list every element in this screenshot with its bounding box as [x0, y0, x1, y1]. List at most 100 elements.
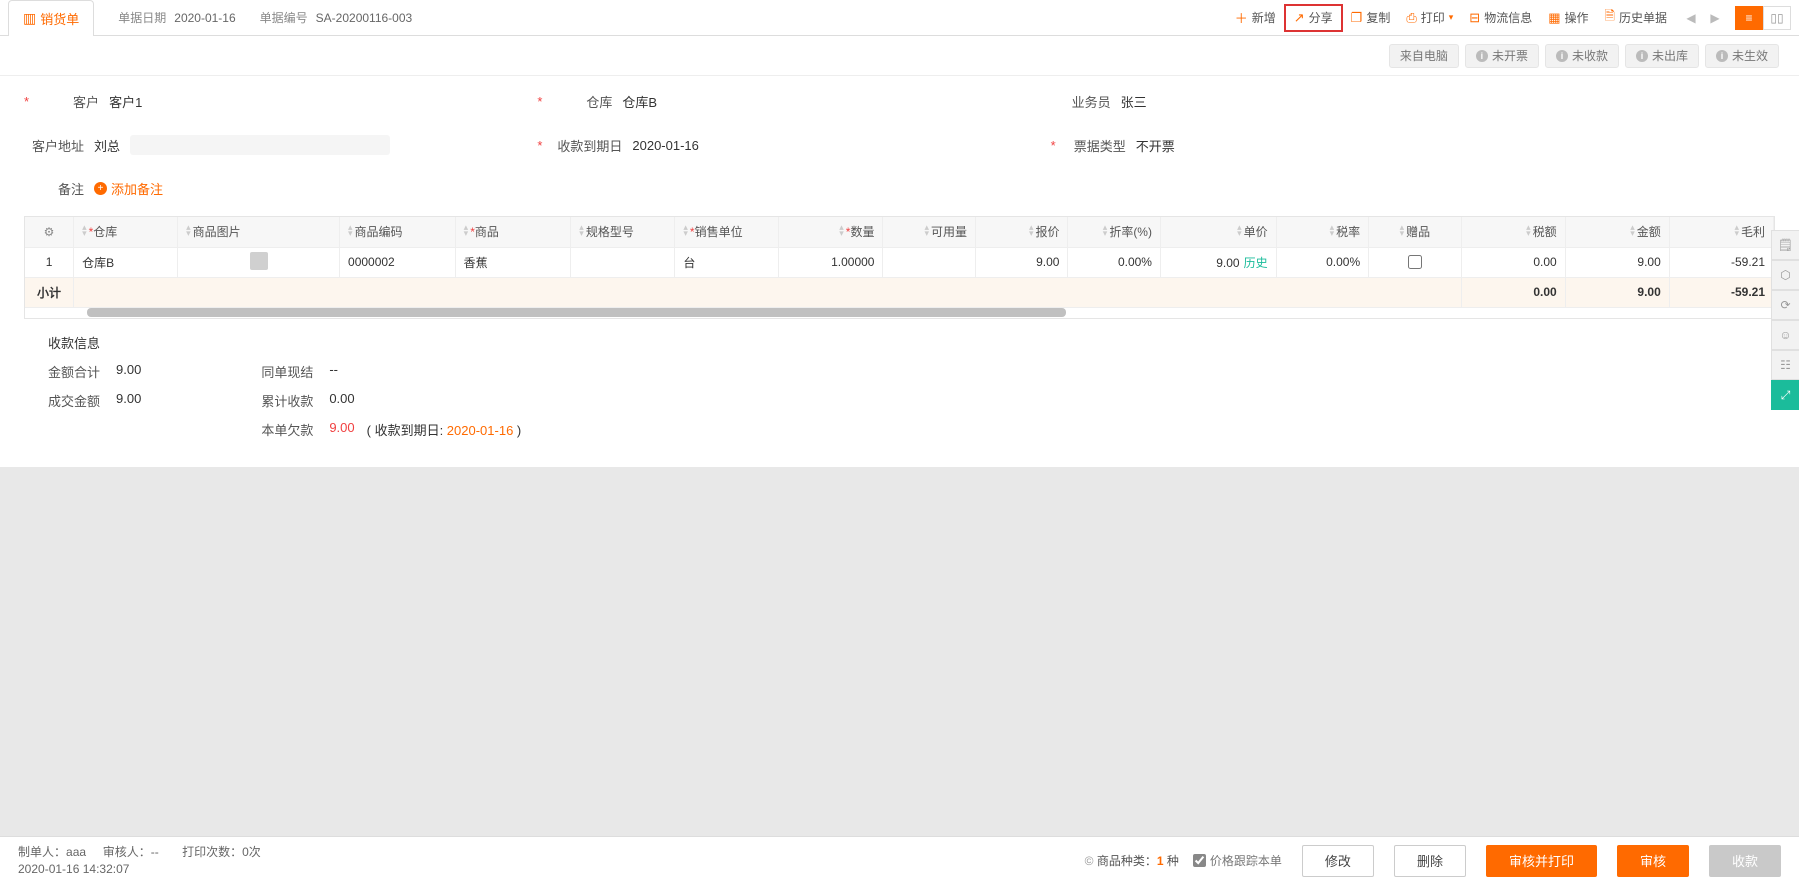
col-discount[interactable]: ▴▾折率(%)	[1068, 217, 1161, 247]
info-icon: i	[1716, 50, 1728, 62]
audit-print-button[interactable]: 审核并打印	[1486, 845, 1597, 877]
delete-button[interactable]: 删除	[1394, 845, 1466, 877]
footer: 制单人：aaa 审核人：-- 打印次数：0次 2020-01-16 14:32:…	[0, 836, 1799, 884]
subtotal-amount: 9.00	[1565, 277, 1669, 307]
invoice-type-value[interactable]: 不开票	[1136, 136, 1175, 155]
side-note-button[interactable]: 🗒	[1771, 230, 1799, 260]
col-profit[interactable]: ▴▾毛利	[1669, 217, 1773, 247]
status-unpaid[interactable]: i未收款	[1545, 44, 1619, 68]
cell-price[interactable]: 9.00历史	[1160, 247, 1276, 277]
view-list-button[interactable]: ≡	[1735, 6, 1763, 30]
side-attach-button[interactable]: ⬡	[1771, 260, 1799, 290]
col-qty[interactable]: ▴▾*数量	[779, 217, 883, 247]
print-button[interactable]: ⎙打印▾	[1398, 4, 1461, 32]
col-price[interactable]: ▴▾单价	[1160, 217, 1276, 247]
table-row[interactable]: 1 仓库B 0000002 香蕉 台 1.00000 9.00 0.00% 9.…	[25, 247, 1774, 277]
add-remark-button[interactable]: + 添加备注	[94, 179, 163, 198]
doc-date-label: 单据日期	[118, 9, 166, 26]
col-amount[interactable]: ▴▾金额	[1565, 217, 1669, 247]
table-header-row: ⚙ ▴▾*仓库 ▴▾商品图片 ▴▾商品编码 ▴▾*商品 ▴▾规格型号 ▴▾*销售…	[25, 217, 1774, 247]
ops-button[interactable]: ▦操作	[1540, 4, 1596, 32]
row-index: 1	[25, 247, 74, 277]
tab-sales-order[interactable]: ▥ 销货单	[8, 0, 94, 36]
layers-icon: ☷	[1780, 358, 1791, 372]
address-name: 刘总	[94, 136, 120, 155]
cell-code[interactable]: 0000002	[340, 247, 456, 277]
side-layers-button[interactable]: ☷	[1771, 350, 1799, 380]
cell-spec[interactable]	[571, 247, 675, 277]
cell-amount: 9.00	[1565, 247, 1669, 277]
gift-checkbox[interactable]	[1408, 255, 1422, 269]
cell-image[interactable]	[178, 247, 340, 277]
doc-icon: 🗎	[1605, 7, 1615, 29]
subtotal-taxamt: 0.00	[1461, 277, 1565, 307]
scroll-thumb[interactable]	[87, 308, 1066, 317]
status-row: 来自电脑 i未开票 i未收款 i未出库 i未生效	[0, 36, 1799, 76]
chart-icon: ▥	[23, 10, 36, 27]
cell-warehouse[interactable]: 仓库B	[74, 247, 178, 277]
side-user-button[interactable]: ☺	[1771, 320, 1799, 350]
col-taxrate[interactable]: ▴▾税率	[1276, 217, 1369, 247]
audit-button[interactable]: 审核	[1617, 845, 1689, 877]
items-table: ⚙ ▴▾*仓库 ▴▾商品图片 ▴▾商品编码 ▴▾*商品 ▴▾规格型号 ▴▾*销售…	[24, 216, 1775, 319]
next-button[interactable]: ▶	[1705, 8, 1725, 28]
cell-qty[interactable]: 1.00000	[779, 247, 883, 277]
col-gear[interactable]: ⚙	[25, 217, 74, 247]
col-gift[interactable]: ▴▾赠品	[1369, 217, 1462, 247]
modify-button[interactable]: 修改	[1302, 845, 1374, 877]
collect-button[interactable]: 收款	[1709, 845, 1781, 877]
field-salesman: 业务员 张三	[1051, 92, 1524, 111]
col-unit[interactable]: ▴▾*销售单位	[675, 217, 779, 247]
tab-title: 销货单	[40, 9, 79, 28]
copy-button[interactable]: ❐复制	[1343, 4, 1399, 32]
salesman-value[interactable]: 张三	[1121, 92, 1147, 111]
doc-meta: 单据日期 2020-01-16 单据编号 SA-20200116-003	[118, 9, 428, 26]
new-button[interactable]: ＋新增	[1227, 4, 1284, 32]
cell-discount[interactable]: 0.00%	[1068, 247, 1161, 277]
status-ineffective[interactable]: i未生效	[1705, 44, 1779, 68]
subtotal-row: 小计 0.00 9.00 -59.21	[25, 277, 1774, 307]
expand-icon: ⤢	[1781, 388, 1791, 403]
share-button[interactable]: ↗分享	[1284, 4, 1343, 32]
col-spec[interactable]: ▴▾规格型号	[571, 217, 675, 247]
side-expand-button[interactable]: ⤢	[1771, 380, 1799, 410]
auditor: --	[151, 845, 159, 859]
cell-quote[interactable]: 9.00	[975, 247, 1068, 277]
share-icon: ↗	[1294, 10, 1305, 26]
due-value[interactable]: 2020-01-16	[632, 138, 699, 153]
history-button[interactable]: 🗎历史单据	[1597, 4, 1675, 32]
price-follow-checkbox[interactable]: 价格跟踪本单	[1193, 852, 1282, 869]
view-toggle: ≡ ▯▯	[1735, 6, 1791, 30]
cell-gift[interactable]	[1369, 247, 1462, 277]
user-icon: ☺	[1779, 328, 1791, 342]
status-uninvoiced[interactable]: i未开票	[1465, 44, 1539, 68]
doc-date: 2020-01-16	[174, 11, 235, 25]
status-unshipped[interactable]: i未出库	[1625, 44, 1699, 68]
col-code[interactable]: ▴▾商品编码	[340, 217, 456, 247]
cell-product[interactable]: 香蕉	[455, 247, 571, 277]
side-refresh-button[interactable]: ⟳	[1771, 290, 1799, 320]
col-taxamt[interactable]: ▴▾税额	[1461, 217, 1565, 247]
col-available[interactable]: ▴▾可用量	[883, 217, 976, 247]
col-product[interactable]: ▴▾*商品	[455, 217, 571, 247]
chevron-down-icon: ▾	[1449, 12, 1454, 23]
print-icon: ⎙	[1406, 10, 1416, 26]
prev-button[interactable]: ◀	[1681, 8, 1701, 28]
plus-icon: ＋	[1235, 8, 1248, 27]
cell-unit[interactable]: 台	[675, 247, 779, 277]
cell-taxrate[interactable]: 0.00%	[1276, 247, 1369, 277]
cell-available[interactable]	[883, 247, 976, 277]
horizontal-scrollbar[interactable]	[25, 308, 1774, 318]
warehouse-value[interactable]: 仓库B	[622, 92, 657, 111]
col-image[interactable]: ▴▾商品图片	[178, 217, 340, 247]
price-history-link[interactable]: 历史	[1244, 256, 1268, 270]
col-quote[interactable]: ▴▾报价	[975, 217, 1068, 247]
view-card-button[interactable]: ▯▯	[1763, 6, 1791, 30]
customer-value[interactable]: 客户1	[109, 92, 142, 111]
info-icon: i	[1476, 50, 1488, 62]
info-icon: i	[1556, 50, 1568, 62]
col-warehouse[interactable]: ▴▾*仓库	[74, 217, 178, 247]
logistics-button[interactable]: ⊟物流信息	[1461, 4, 1540, 32]
print-count: 0次	[242, 845, 261, 859]
attachment-icon: ⬡	[1780, 268, 1790, 282]
